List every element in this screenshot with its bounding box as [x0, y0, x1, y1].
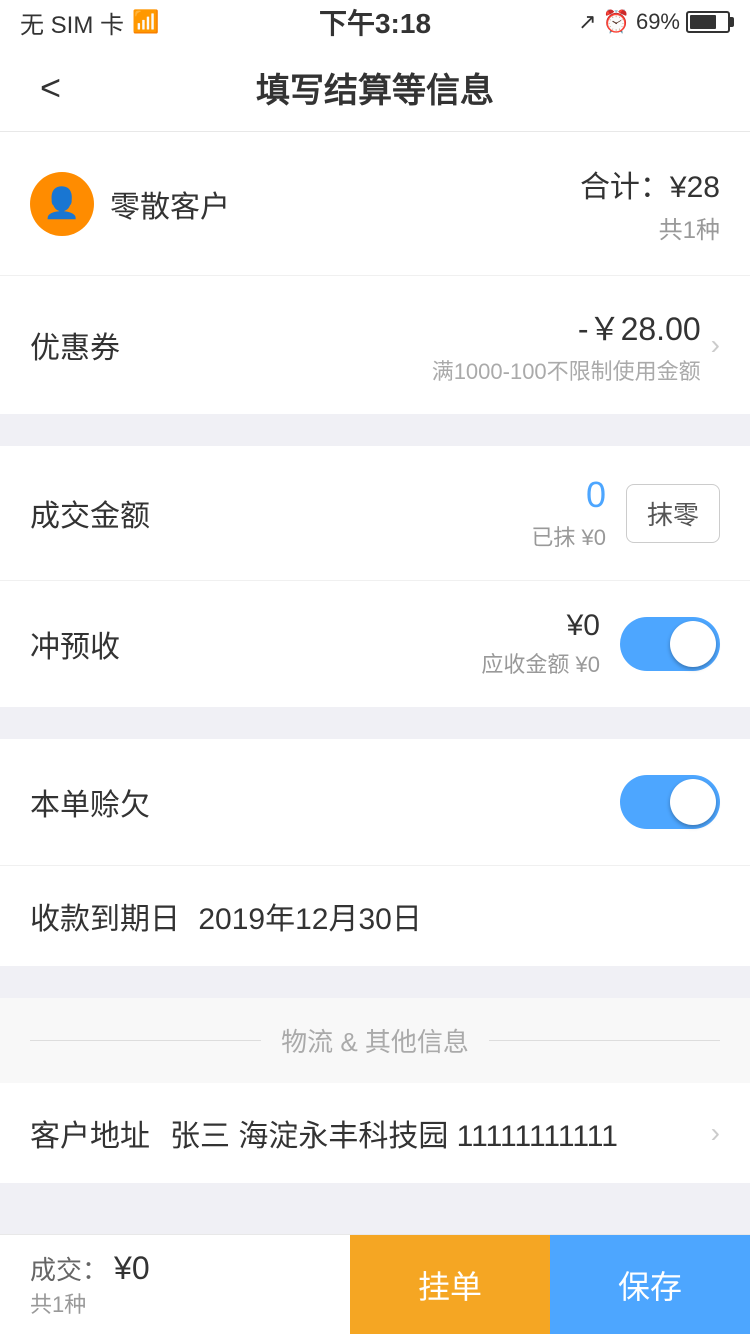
address-value: 张三 海淀永丰科技园 11111111111 — [170, 1111, 711, 1155]
transaction-row: 成交金额 0 已抹 ¥0 抹零 — [0, 446, 750, 581]
debt-row: 本单赊欠 — [0, 739, 750, 865]
total-amount: 合计：¥28 — [580, 162, 720, 206]
divider-1 — [0, 430, 750, 446]
duedate-value: 2019年12月30日 — [198, 903, 421, 936]
status-bar: 无 SIM 卡 📶 下午3:18 ↗ ⏰ 69% — [0, 0, 750, 44]
status-time: 下午3:18 — [319, 2, 431, 42]
logistics-text: 物流 & 其他信息 — [261, 1022, 489, 1059]
back-button[interactable]: < — [30, 57, 71, 119]
location-icon: ↗ — [578, 9, 596, 35]
divider-2 — [0, 723, 750, 739]
customer-row: 👤 零散客户 合计：¥28 共1种 — [0, 132, 750, 275]
address-row[interactable]: 客户地址 张三 海淀永丰科技园 11111111111 › — [0, 1083, 750, 1183]
logistics-divider: 物流 & 其他信息 — [0, 998, 750, 1083]
battery-icon — [686, 11, 730, 33]
bottom-count: 共1种 — [30, 1287, 320, 1319]
bottom-deal-label: 成交： — [30, 1250, 108, 1287]
status-right: ↗ ⏰ 69% — [578, 9, 730, 35]
precollect-amounts: ¥0 应收金额 ¥0 — [481, 609, 600, 679]
status-left: 无 SIM 卡 📶 — [20, 5, 159, 40]
duedate-label: 收款到期日 — [30, 903, 180, 936]
coupon-value-block: -￥28.00 满1000-100不限制使用金额 — [432, 304, 701, 386]
transaction-right: 0 已抹 ¥0 抹零 — [531, 474, 720, 552]
round-zero-button[interactable]: 抹零 — [626, 484, 720, 543]
coupon-chevron-icon: › — [711, 329, 720, 361]
customer-left: 👤 零散客户 — [30, 172, 230, 236]
hold-button[interactable]: 挂单 — [350, 1235, 550, 1334]
transaction-value-block: 0 已抹 ¥0 — [531, 474, 606, 552]
customer-section: 👤 零散客户 合计：¥28 共1种 优惠券 -￥28.00 满1000-100不… — [0, 132, 750, 414]
precollect-right: ¥0 应收金额 ¥0 — [481, 609, 720, 679]
battery-text: 69% — [636, 9, 680, 35]
bottom-bar: 成交： ¥0 共1种 挂单 保存 — [0, 1234, 750, 1334]
coupon-right: -￥28.00 满1000-100不限制使用金额 › — [432, 304, 720, 386]
debt-toggle[interactable] — [620, 775, 720, 829]
divider-3 — [0, 982, 750, 998]
debt-toggle-knob — [670, 779, 716, 825]
address-label: 客户地址 — [30, 1111, 150, 1155]
precollect-main: ¥0 — [481, 609, 600, 643]
wifi-icon: 📶 — [132, 9, 159, 35]
precollect-toggle[interactable] — [620, 617, 720, 671]
customer-right: 合计：¥28 共1种 — [580, 162, 720, 245]
transaction-label: 成交金额 — [30, 491, 150, 535]
alarm-icon: ⏰ — [603, 9, 630, 35]
debt-section: 本单赊欠 收款到期日 2019年12月30日 — [0, 739, 750, 966]
customer-name: 零散客户 — [110, 182, 230, 226]
page-title: 填写结算等信息 — [256, 63, 494, 112]
save-button[interactable]: 保存 — [550, 1235, 750, 1334]
address-chevron-icon: › — [711, 1117, 720, 1149]
toggle-knob — [670, 621, 716, 667]
coupon-desc: 满1000-100不限制使用金额 — [432, 354, 701, 386]
transaction-section: 成交金额 0 已抹 ¥0 抹零 冲预收 ¥0 应收金额 ¥0 — [0, 446, 750, 707]
nav-bar: < 填写结算等信息 — [0, 44, 750, 132]
duedate-row: 收款到期日 2019年12月30日 — [0, 865, 750, 966]
customer-avatar: 👤 — [30, 172, 94, 236]
precollect-label: 冲预收 — [30, 622, 120, 666]
debt-label: 本单赊欠 — [30, 780, 150, 824]
transaction-sub: 已抹 ¥0 — [531, 520, 606, 552]
coupon-label: 优惠券 — [30, 323, 120, 367]
bottom-info: 成交： ¥0 共1种 — [0, 1235, 350, 1334]
coupon-discount: -￥28.00 — [432, 304, 701, 350]
precollect-sub: 应收金额 ¥0 — [481, 647, 600, 679]
logistics-line-right — [489, 1040, 720, 1041]
avatar-icon: 👤 — [43, 186, 80, 221]
coupon-row[interactable]: 优惠券 -￥28.00 满1000-100不限制使用金额 › — [0, 275, 750, 414]
precollect-row: 冲预收 ¥0 应收金额 ¥0 — [0, 581, 750, 707]
total-count: 共1种 — [580, 210, 720, 245]
logistics-line-left — [30, 1040, 261, 1041]
transaction-amount: 0 — [531, 474, 606, 516]
no-sim-text: 无 SIM 卡 — [20, 5, 124, 40]
bottom-amount: ¥0 — [114, 1250, 150, 1287]
